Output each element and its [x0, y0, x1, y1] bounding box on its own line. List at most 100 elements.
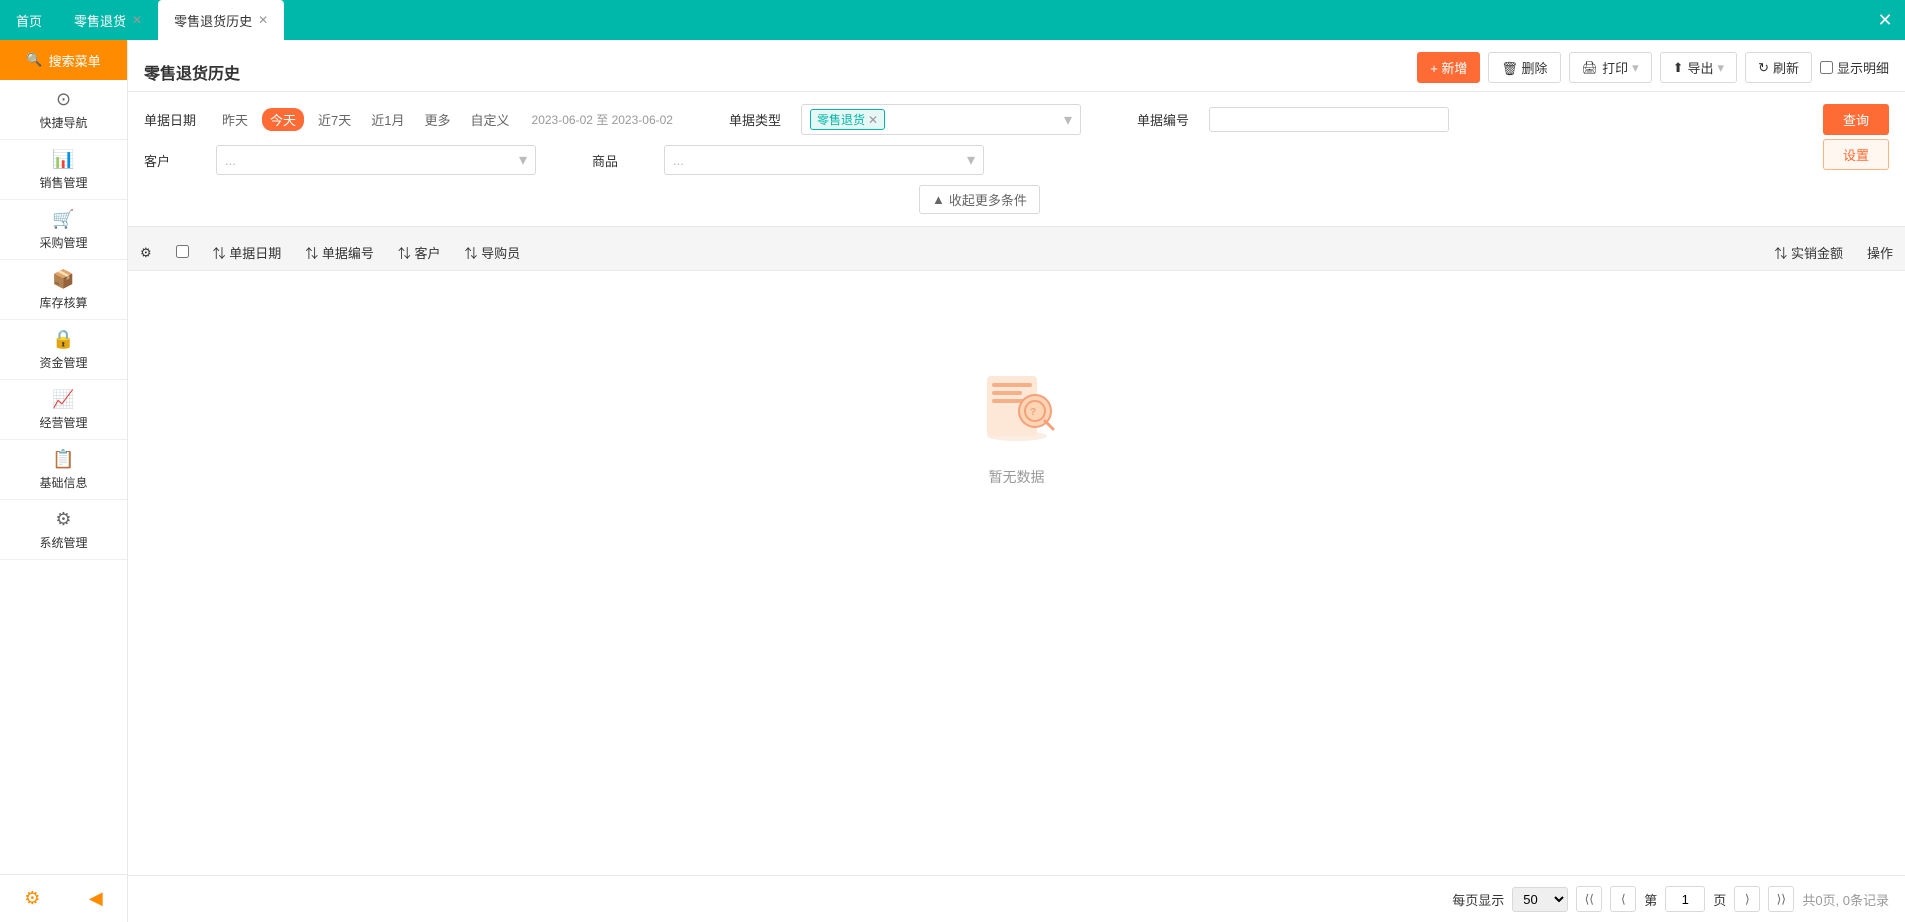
tab-home[interactable]: 首页 [0, 0, 58, 40]
sidebar-item-purchase-mgmt[interactable]: 🛒 采购管理 [0, 200, 127, 260]
page-number-input[interactable]: 1 [1665, 886, 1705, 912]
date-range-display: 2023-06-02 至 2023-06-02 [532, 111, 673, 128]
sidebar-item-quick-nav-label: 快捷导航 [39, 114, 87, 131]
collapse-up-icon: ▲ [932, 192, 945, 207]
type-tag-close[interactable]: ✕ [868, 113, 878, 127]
sidebar-search[interactable]: 🔍 搜索菜单 [0, 40, 127, 80]
th-action: 操作 [1855, 235, 1905, 271]
date-opt-1month[interactable]: 近1月 [365, 108, 410, 131]
date-filter-label: 单据日期 [144, 110, 200, 129]
show-detail-checkbox-label[interactable]: 显示明细 [1820, 58, 1889, 77]
empty-text: 暂无数据 [989, 467, 1045, 487]
settings-filter-button[interactable]: 设置 [1823, 139, 1889, 170]
customer-select-chevron: ▾ [519, 150, 527, 170]
sidebar-item-sales-mgmt-label: 销售管理 [39, 174, 87, 191]
type-tag-label: 零售退货 [817, 111, 865, 128]
export-button[interactable]: ⬆ 导出 ▾ [1660, 52, 1737, 83]
voucher-filter-label: 单据编号 [1137, 110, 1193, 129]
goods-filter-select[interactable]: ... ▾ [664, 145, 984, 175]
filter-row-1: 单据日期 昨天 今天 近7天 近1月 更多 自定义 2023-06-02 至 2… [144, 104, 1815, 135]
sidebar-menu: ⊙ 快捷导航 📊 销售管理 🛒 采购管理 📦 库存核算 🔒 资金管理 📈 [0, 80, 127, 874]
goods-select-chevron: ▾ [967, 150, 975, 170]
th-spacer [532, 235, 1762, 271]
th-gear[interactable]: ⚙ [128, 235, 164, 271]
page-size-label: 每页显示 [1452, 890, 1504, 909]
sidebar-item-quick-nav[interactable]: ⊙ 快捷导航 [0, 80, 127, 140]
sidebar: 🔍 搜索菜单 ⊙ 快捷导航 📊 销售管理 🛒 采购管理 📦 库存核算 🔒 [0, 40, 128, 922]
sidebar-item-inventory[interactable]: 📦 库存核算 [0, 260, 127, 320]
collapse-button[interactable]: ▲ 收起更多条件 [919, 185, 1040, 214]
page-word: 页 [1713, 890, 1726, 909]
main-layout: 🔍 搜索菜单 ⊙ 快捷导航 📊 销售管理 🛒 采购管理 📦 库存核算 🔒 [0, 40, 1905, 922]
table-container: ⚙ ⇅ 单据日期 ⇅ 单据编号 ⇅ 客户 [128, 235, 1905, 875]
page-word-pre: 第 [1644, 890, 1657, 909]
right-filter-actions: 查询 设置 [1823, 104, 1889, 170]
customer-filter-select[interactable]: ... ▾ [216, 145, 536, 175]
refresh-icon: ↻ [1758, 60, 1769, 76]
type-tag-retail-return: 零售退货 ✕ [810, 109, 885, 130]
gear-icon[interactable]: ⚙ [140, 245, 152, 260]
tab-retail-return-close[interactable]: ✕ [132, 13, 142, 27]
date-opt-today[interactable]: 今天 [262, 108, 304, 131]
collapse-sidebar-icon[interactable]: ◀ [89, 888, 103, 909]
date-opt-yesterday[interactable]: 昨天 [216, 108, 254, 131]
th-customer-label: ⇅ 客户 [398, 246, 441, 261]
sidebar-search-label: 搜索菜单 [49, 51, 101, 70]
window-close-button[interactable]: ✕ [1865, 0, 1905, 40]
new-button[interactable]: + 新增 [1417, 52, 1480, 83]
th-action-label: 操作 [1867, 246, 1893, 261]
voucher-filter-input[interactable] [1209, 107, 1449, 132]
sidebar-item-business[interactable]: 📈 经营管理 [0, 380, 127, 440]
sidebar-item-finance-label: 资金管理 [39, 354, 87, 371]
tab-retail-return-label: 零售退货 [74, 11, 126, 30]
sidebar-bottom: ⚙ ◀ [0, 874, 127, 922]
th-checkbox[interactable] [164, 235, 201, 271]
sidebar-item-sales-mgmt[interactable]: 📊 销售管理 [0, 140, 127, 200]
data-table: ⚙ ⇅ 单据日期 ⇅ 单据编号 ⇅ 客户 [128, 235, 1905, 567]
sidebar-item-purchase-mgmt-label: 采购管理 [39, 234, 87, 251]
show-detail-checkbox[interactable] [1820, 61, 1833, 74]
customer-placeholder: ... [225, 153, 236, 168]
sidebar-item-basic-info[interactable]: 📋 基础信息 [0, 440, 127, 500]
next-page-button[interactable]: ⟩ [1734, 886, 1760, 912]
business-icon: 📈 [52, 389, 74, 410]
tab-retail-return-history-close[interactable]: ✕ [258, 13, 268, 27]
page-size-select[interactable]: 50 100 200 [1512, 887, 1568, 912]
print-button[interactable]: 🖨 🖨 打印 打印 ▾ [1569, 52, 1652, 83]
goods-filter-label: 商品 [592, 151, 648, 170]
th-customer: ⇅ 客户 [386, 235, 453, 271]
prev-page-button[interactable]: ⟨ [1610, 886, 1636, 912]
sidebar-item-inventory-label: 库存核算 [39, 294, 87, 311]
type-filter-select[interactable]: 零售退货 ✕ ▾ [801, 104, 1081, 135]
first-page-button[interactable]: ⟨⟨ [1576, 886, 1602, 912]
th-voucher-no-label: ⇅ 单据编号 [305, 246, 374, 261]
delete-button[interactable]: 🗑 删除 [1488, 52, 1560, 83]
sidebar-item-finance[interactable]: 🔒 资金管理 [0, 320, 127, 380]
date-opt-7days[interactable]: 近7天 [312, 108, 357, 131]
tab-retail-return[interactable]: 零售退货 ✕ [58, 0, 158, 40]
tab-list: 首页 零售退货 ✕ 零售退货历史 ✕ [0, 0, 1865, 40]
sidebar-item-basic-info-label: 基础信息 [39, 474, 87, 491]
date-opt-custom[interactable]: 自定义 [465, 108, 516, 131]
print-icon: 🖨 [1582, 60, 1599, 76]
select-all-checkbox[interactable] [176, 245, 189, 258]
refresh-button[interactable]: ↻ ↻ 刷新 刷新 [1745, 52, 1812, 83]
th-voucher-no: ⇅ 单据编号 [293, 235, 386, 271]
show-detail-label: 显示明细 [1837, 58, 1889, 77]
purchase-mgmt-icon: 🛒 [52, 209, 74, 230]
query-button[interactable]: 查询 [1823, 104, 1889, 135]
finance-icon: 🔒 [52, 329, 74, 350]
date-options: 昨天 今天 近7天 近1月 更多 自定义 [216, 108, 516, 131]
last-page-button[interactable]: ⟩⟩ [1768, 886, 1794, 912]
settings-bottom-icon[interactable]: ⚙ [24, 888, 40, 909]
date-opt-more[interactable]: 更多 [419, 108, 457, 131]
th-guide-label: ⇅ 导购员 [465, 246, 521, 261]
system-mgmt-icon: ⚙ [55, 509, 71, 530]
tab-retail-return-history[interactable]: 零售退货历史 ✕ [158, 0, 284, 40]
sales-mgmt-icon: 📊 [52, 149, 74, 170]
filter-row-2: 客户 ... ▾ 商品 ... ▾ [144, 145, 1815, 175]
basic-info-icon: 📋 [52, 449, 74, 470]
table-body: ? 暂无数据 [128, 271, 1905, 568]
sidebar-item-system-mgmt[interactable]: ⚙ 系统管理 [0, 500, 127, 560]
collapse-label: 收起更多条件 [949, 190, 1027, 209]
